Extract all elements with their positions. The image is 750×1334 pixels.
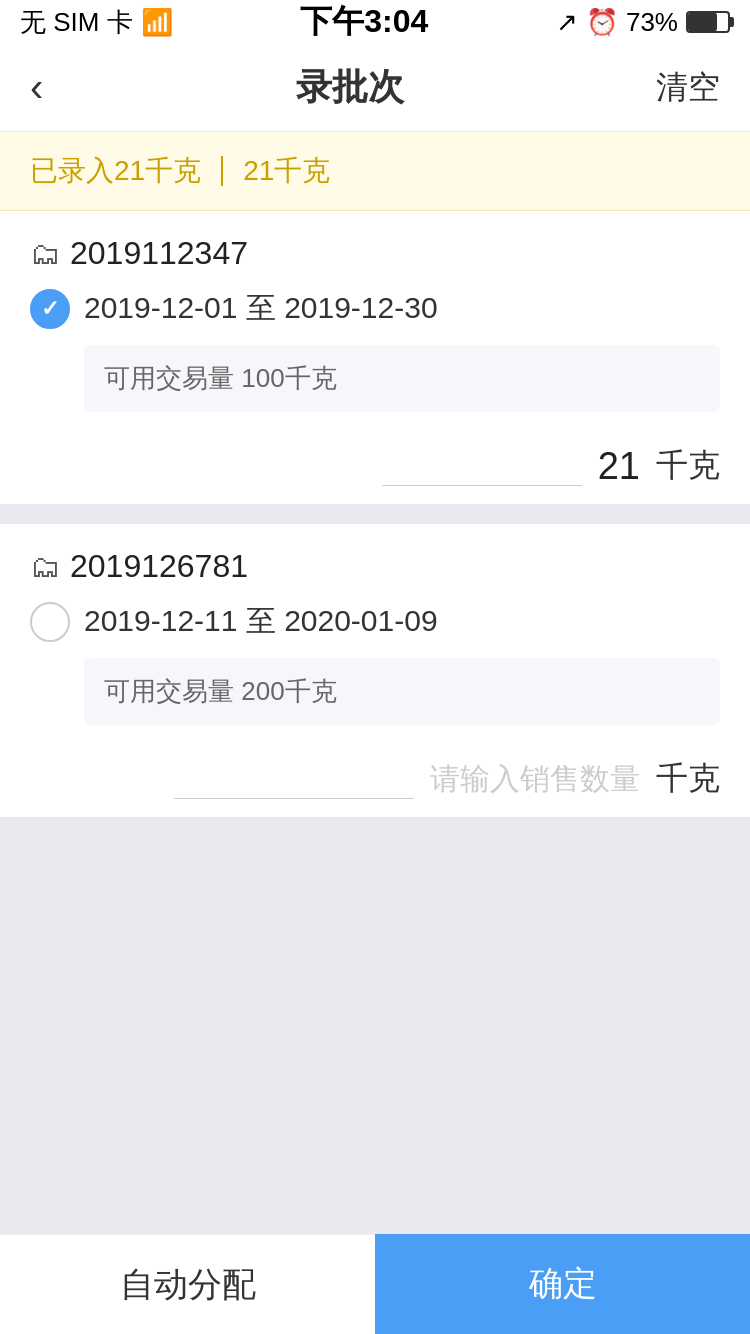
wifi-icon: 📶 bbox=[141, 7, 173, 38]
battery-icon bbox=[686, 11, 730, 33]
batch2-input-placeholder[interactable]: 请输入销售数量 bbox=[430, 759, 640, 800]
status-left: 无 SIM 卡 📶 bbox=[20, 5, 173, 40]
batch1-date-row[interactable]: 2019-12-01 至 2019-12-30 bbox=[0, 282, 750, 339]
summary-bar: 已录入21千克 21千克 bbox=[0, 132, 750, 211]
summary-value: 21千克 bbox=[243, 152, 330, 190]
no-sim-text: 无 SIM 卡 bbox=[20, 5, 133, 40]
batch2-input-row: 请输入销售数量 千克 bbox=[0, 741, 750, 817]
summary-divider bbox=[221, 156, 223, 186]
batch1-available: 可用交易量 100千克 bbox=[84, 345, 720, 412]
gray-area bbox=[0, 817, 750, 1237]
batch2-input-underline bbox=[174, 759, 414, 799]
batch2-header: 🗂 2019126781 bbox=[0, 524, 750, 595]
batch1-radio[interactable] bbox=[30, 289, 70, 329]
batch2-date-row[interactable]: 2019-12-11 至 2020-01-09 bbox=[0, 595, 750, 652]
batch2-number: 2019126781 bbox=[70, 548, 248, 585]
batch1-quantity-row: 21 千克 bbox=[0, 428, 750, 504]
bottom-bar: 自动分配 确定 bbox=[0, 1234, 750, 1334]
auto-distribute-button[interactable]: 自动分配 bbox=[0, 1234, 375, 1334]
page-title: 录批次 bbox=[296, 63, 404, 112]
battery-percent: 73% bbox=[626, 7, 678, 38]
batch1-unit: 千克 bbox=[656, 444, 720, 488]
alarm-icon: ⏰ bbox=[586, 7, 618, 38]
batch1-number: 2019112347 bbox=[70, 235, 248, 272]
batch2-unit: 千克 bbox=[656, 757, 720, 801]
clear-button[interactable]: 清空 bbox=[656, 66, 720, 110]
section-separator-1 bbox=[0, 504, 750, 524]
batch2-date: 2019-12-11 至 2020-01-09 bbox=[84, 601, 438, 642]
back-button[interactable]: ‹ bbox=[30, 65, 43, 110]
batch2-radio[interactable] bbox=[30, 602, 70, 642]
batch1-quantity-underline bbox=[382, 446, 582, 486]
confirm-button[interactable]: 确定 bbox=[375, 1234, 750, 1334]
batch-item-1: 🗂 2019112347 2019-12-01 至 2019-12-30 可用交… bbox=[0, 211, 750, 504]
batch-item-2: 🗂 2019126781 2019-12-11 至 2020-01-09 可用交… bbox=[0, 524, 750, 817]
status-time: 下午3:04 bbox=[300, 0, 428, 44]
location-icon: ↗ bbox=[556, 7, 578, 38]
summary-label: 已录入21千克 bbox=[30, 152, 201, 190]
status-right: ↗ ⏰ 73% bbox=[556, 7, 730, 38]
nav-bar: ‹ 录批次 清空 bbox=[0, 44, 750, 132]
batch2-icon: 🗂 bbox=[30, 550, 60, 584]
status-bar: 无 SIM 卡 📶 下午3:04 ↗ ⏰ 73% bbox=[0, 0, 750, 44]
batch1-icon: 🗂 bbox=[30, 237, 60, 271]
batch1-date: 2019-12-01 至 2019-12-30 bbox=[84, 288, 438, 329]
batch1-header: 🗂 2019112347 bbox=[0, 211, 750, 282]
batch1-quantity-value[interactable]: 21 bbox=[598, 445, 640, 488]
batch2-available: 可用交易量 200千克 bbox=[84, 658, 720, 725]
